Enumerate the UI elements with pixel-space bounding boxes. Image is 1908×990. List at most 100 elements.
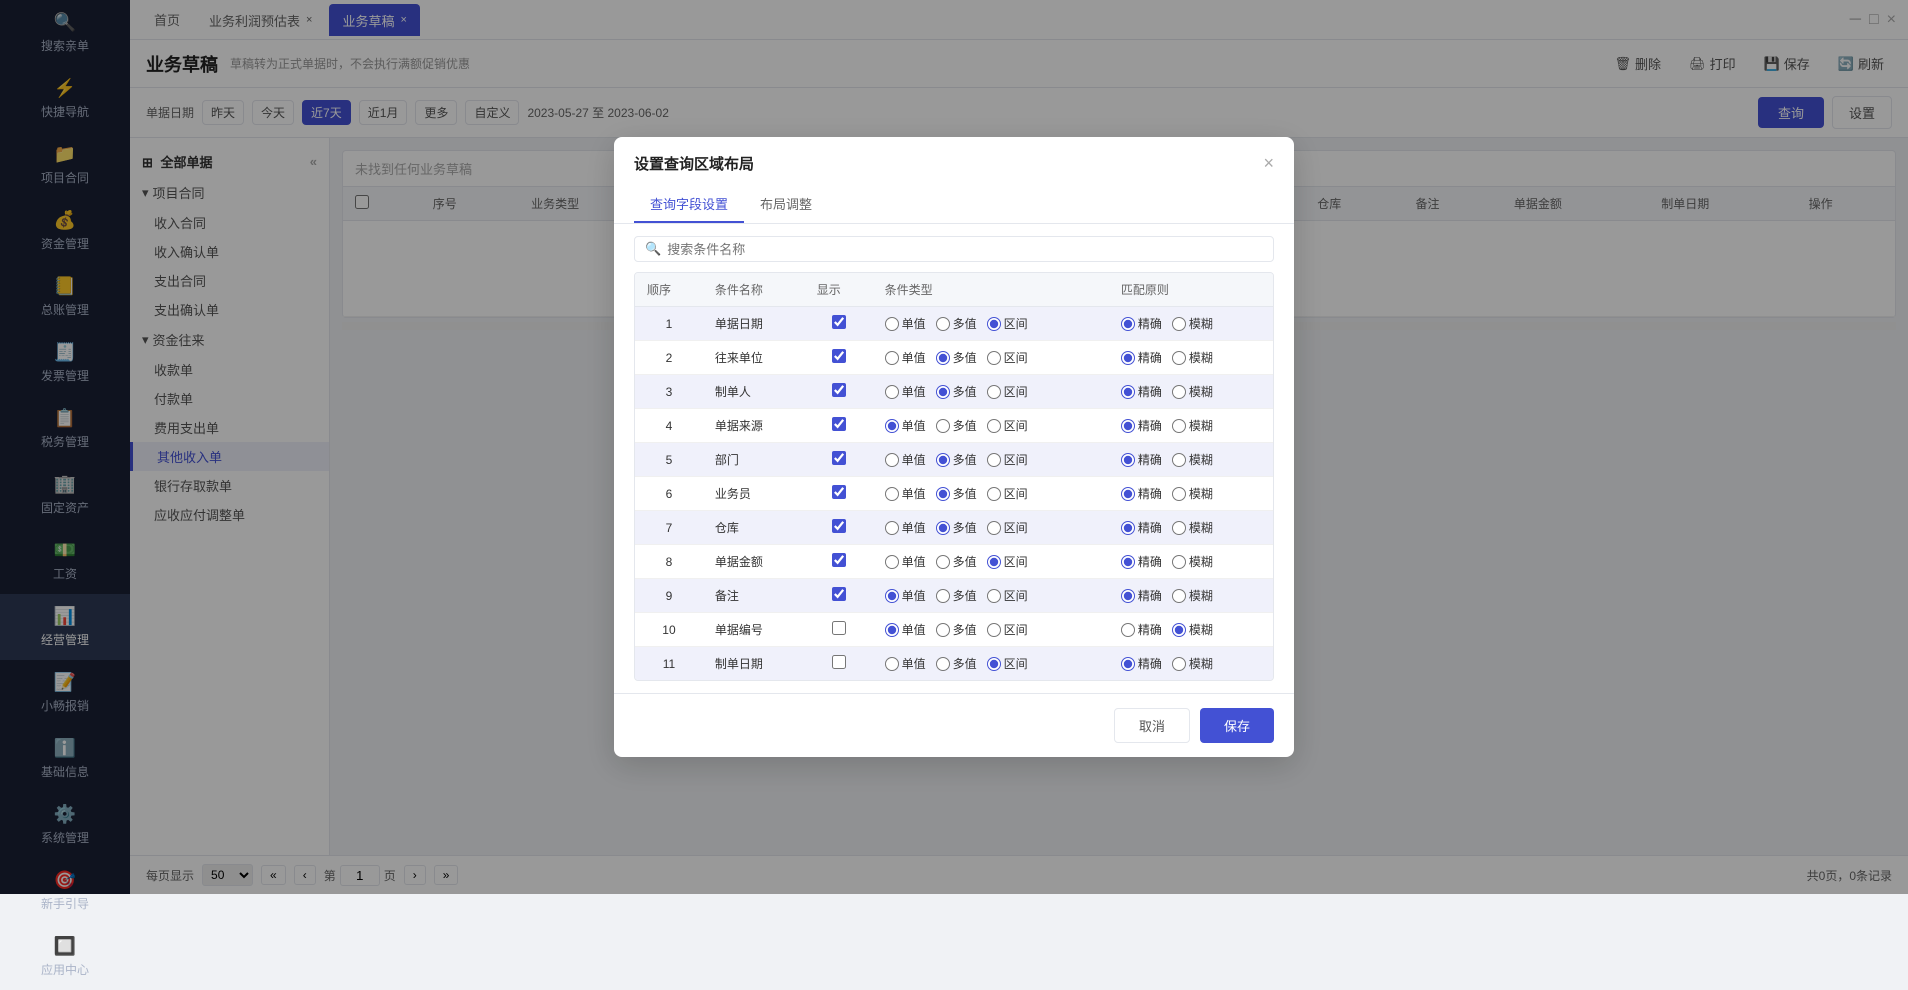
radio-exact-7[interactable]: 精确 <box>1121 519 1162 536</box>
radio-range-4[interactable]: 区间 <box>987 417 1028 434</box>
display-checkbox-5[interactable] <box>832 451 846 465</box>
display-checkbox-3[interactable] <box>832 383 846 397</box>
radio-fuzzy-input-11[interactable] <box>1172 657 1186 671</box>
radio-multi-10[interactable]: 多值 <box>936 621 977 638</box>
modal-cell-display[interactable] <box>805 307 873 341</box>
radio-exact-input-11[interactable] <box>1121 657 1135 671</box>
radio-single-input-1[interactable] <box>885 317 899 331</box>
radio-single-input-5[interactable] <box>885 453 899 467</box>
radio-range-input-11[interactable] <box>987 657 1001 671</box>
radio-range-input-3[interactable] <box>987 385 1001 399</box>
display-checkbox-6[interactable] <box>832 485 846 499</box>
radio-multi-8[interactable]: 多值 <box>936 553 977 570</box>
radio-range-input-6[interactable] <box>987 487 1001 501</box>
radio-multi-input-8[interactable] <box>936 555 950 569</box>
radio-fuzzy-10[interactable]: 模糊 <box>1172 621 1213 638</box>
radio-multi-5[interactable]: 多值 <box>936 451 977 468</box>
radio-exact-input-9[interactable] <box>1121 589 1135 603</box>
radio-exact-8[interactable]: 精确 <box>1121 553 1162 570</box>
radio-fuzzy-1[interactable]: 模糊 <box>1172 315 1213 332</box>
modal-cell-display[interactable] <box>805 477 873 511</box>
radio-single-input-2[interactable] <box>885 351 899 365</box>
radio-range-3[interactable]: 区间 <box>987 383 1028 400</box>
radio-single-input-11[interactable] <box>885 657 899 671</box>
sidebar-item-apps[interactable]: 🔲 应用中心 <box>0 924 130 990</box>
display-checkbox-11[interactable] <box>832 655 846 669</box>
modal-close-icon[interactable]: × <box>1263 153 1274 174</box>
radio-exact-input-10[interactable] <box>1121 623 1135 637</box>
radio-fuzzy-input-9[interactable] <box>1172 589 1186 603</box>
radio-exact-3[interactable]: 精确 <box>1121 383 1162 400</box>
radio-multi-1[interactable]: 多值 <box>936 315 977 332</box>
radio-range-5[interactable]: 区间 <box>987 451 1028 468</box>
modal-save-button[interactable]: 保存 <box>1200 708 1274 743</box>
radio-multi-4[interactable]: 多值 <box>936 417 977 434</box>
radio-multi-input-1[interactable] <box>936 317 950 331</box>
radio-exact-4[interactable]: 精确 <box>1121 417 1162 434</box>
modal-table-wrap[interactable]: 顺序 条件名称 显示 条件类型 匹配原则 1 单据日期 单值 <box>634 272 1274 681</box>
radio-single-input-4[interactable] <box>885 419 899 433</box>
radio-fuzzy-input-10[interactable] <box>1172 623 1186 637</box>
radio-exact-input-7[interactable] <box>1121 521 1135 535</box>
modal-cell-display[interactable] <box>805 409 873 443</box>
radio-multi-input-11[interactable] <box>936 657 950 671</box>
radio-single-5[interactable]: 单值 <box>885 451 926 468</box>
radio-fuzzy-input-3[interactable] <box>1172 385 1186 399</box>
radio-single-input-9[interactable] <box>885 589 899 603</box>
radio-range-input-5[interactable] <box>987 453 1001 467</box>
radio-single-1[interactable]: 单值 <box>885 315 926 332</box>
radio-exact-5[interactable]: 精确 <box>1121 451 1162 468</box>
radio-exact-input-3[interactable] <box>1121 385 1135 399</box>
modal-cell-display[interactable] <box>805 579 873 613</box>
radio-fuzzy-8[interactable]: 模糊 <box>1172 553 1213 570</box>
modal-cell-display[interactable] <box>805 511 873 545</box>
radio-fuzzy-3[interactable]: 模糊 <box>1172 383 1213 400</box>
display-checkbox-10[interactable] <box>832 621 846 635</box>
radio-fuzzy-input-1[interactable] <box>1172 317 1186 331</box>
modal-search-input[interactable] <box>667 242 1263 257</box>
radio-exact-2[interactable]: 精确 <box>1121 349 1162 366</box>
radio-fuzzy-2[interactable]: 模糊 <box>1172 349 1213 366</box>
radio-multi-input-7[interactable] <box>936 521 950 535</box>
radio-multi-7[interactable]: 多值 <box>936 519 977 536</box>
radio-multi-2[interactable]: 多值 <box>936 349 977 366</box>
modal-cell-display[interactable] <box>805 375 873 409</box>
modal-tab-layout[interactable]: 布局调整 <box>744 186 828 223</box>
radio-fuzzy-11[interactable]: 模糊 <box>1172 655 1213 672</box>
radio-multi-input-6[interactable] <box>936 487 950 501</box>
radio-fuzzy-5[interactable]: 模糊 <box>1172 451 1213 468</box>
radio-range-input-8[interactable] <box>987 555 1001 569</box>
radio-exact-10[interactable]: 精确 <box>1121 621 1162 638</box>
radio-single-input-6[interactable] <box>885 487 899 501</box>
radio-multi-input-3[interactable] <box>936 385 950 399</box>
radio-exact-input-8[interactable] <box>1121 555 1135 569</box>
radio-multi-input-4[interactable] <box>936 419 950 433</box>
radio-single-6[interactable]: 单值 <box>885 485 926 502</box>
radio-range-input-4[interactable] <box>987 419 1001 433</box>
radio-single-input-10[interactable] <box>885 623 899 637</box>
radio-exact-input-4[interactable] <box>1121 419 1135 433</box>
radio-range-input-1[interactable] <box>987 317 1001 331</box>
radio-fuzzy-6[interactable]: 模糊 <box>1172 485 1213 502</box>
radio-exact-9[interactable]: 精确 <box>1121 587 1162 604</box>
modal-cell-display[interactable] <box>805 545 873 579</box>
radio-exact-input-6[interactable] <box>1121 487 1135 501</box>
radio-single-input-7[interactable] <box>885 521 899 535</box>
radio-single-10[interactable]: 单值 <box>885 621 926 638</box>
radio-single-11[interactable]: 单值 <box>885 655 926 672</box>
radio-multi-input-5[interactable] <box>936 453 950 467</box>
cancel-button[interactable]: 取消 <box>1114 708 1190 743</box>
modal-tab-query-fields[interactable]: 查询字段设置 <box>634 186 744 223</box>
display-checkbox-2[interactable] <box>832 349 846 363</box>
display-checkbox-8[interactable] <box>832 553 846 567</box>
radio-single-8[interactable]: 单值 <box>885 553 926 570</box>
radio-range-8[interactable]: 区间 <box>987 553 1028 570</box>
radio-fuzzy-input-2[interactable] <box>1172 351 1186 365</box>
radio-fuzzy-7[interactable]: 模糊 <box>1172 519 1213 536</box>
radio-fuzzy-4[interactable]: 模糊 <box>1172 417 1213 434</box>
radio-single-input-3[interactable] <box>885 385 899 399</box>
radio-range-9[interactable]: 区间 <box>987 587 1028 604</box>
radio-range-input-9[interactable] <box>987 589 1001 603</box>
radio-fuzzy-input-5[interactable] <box>1172 453 1186 467</box>
radio-range-2[interactable]: 区间 <box>987 349 1028 366</box>
